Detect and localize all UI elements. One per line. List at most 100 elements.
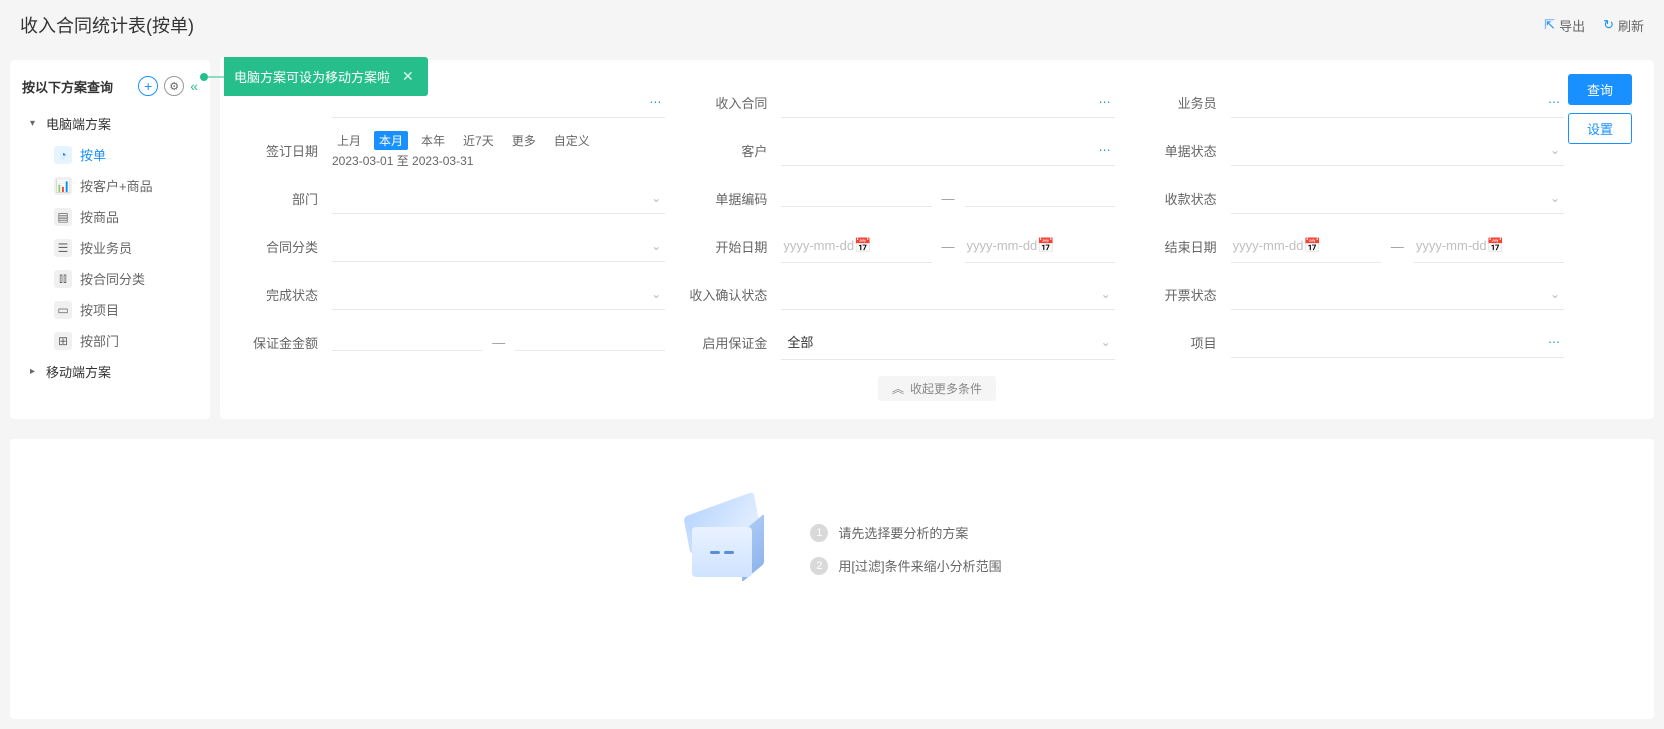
collapse-sidebar-icon[interactable]: « bbox=[190, 78, 198, 94]
calendar-icon[interactable]: 📅 bbox=[854, 237, 871, 254]
bill-no-to-input[interactable] bbox=[965, 190, 1115, 207]
invoice-status-select[interactable]: ⌄ bbox=[1231, 278, 1564, 310]
pay-status-select[interactable]: ⌄ bbox=[1231, 182, 1564, 214]
more-icon[interactable]: ⋯ bbox=[1099, 143, 1111, 157]
gear-icon[interactable]: ⚙ bbox=[164, 76, 184, 96]
date-range-display: 2023-03-01 至 2023-03-31 bbox=[332, 152, 665, 169]
chevron-down-icon[interactable]: ⌄ bbox=[1101, 287, 1111, 301]
chevron-down-icon[interactable]: ⌄ bbox=[651, 191, 661, 205]
enable-deposit-select[interactable]: 全部 ⌄ bbox=[781, 324, 1114, 360]
tree-item-by-order[interactable]: ◔ 按单 bbox=[10, 139, 210, 170]
chevron-up-icon: ︽ bbox=[892, 380, 904, 397]
empty-illustration bbox=[662, 499, 782, 599]
date-tab-this-year[interactable]: 本年 bbox=[416, 131, 450, 150]
tree-item-by-department[interactable]: ⊞ 按部门 bbox=[10, 325, 210, 356]
sidebar-header: 按以下方案查询 + ⚙ « bbox=[10, 70, 210, 102]
tree-item-label: 按合同分类 bbox=[80, 269, 145, 288]
tooltip-close-button[interactable]: ✕ bbox=[402, 68, 414, 85]
calendar-icon[interactable]: 📅 bbox=[1303, 237, 1320, 254]
tooltip-text: 电脑方案可设为移动方案啦 bbox=[234, 67, 390, 86]
date-quick-tabs: 上月 本月 本年 近7天 更多 自定义 bbox=[332, 131, 665, 150]
tree-item-by-salesperson[interactable]: ☰ 按业务员 bbox=[10, 232, 210, 263]
filter-label: 合同分类 bbox=[240, 237, 332, 256]
contract-category-select[interactable]: ⌄ bbox=[332, 230, 665, 262]
customer-select[interactable]: ⋯ bbox=[781, 134, 1114, 166]
step-text: 用[过滤]条件来缩小分析范围 bbox=[838, 556, 1001, 575]
calendar-icon[interactable]: 📅 bbox=[1037, 237, 1054, 254]
more-icon[interactable]: ⋯ bbox=[1548, 95, 1560, 109]
export-button[interactable]: ⇱ 导出 bbox=[1544, 16, 1585, 35]
tree-group-mobile[interactable]: ▸ 移动端方案 bbox=[10, 356, 210, 387]
project-select[interactable]: ⋯ bbox=[1231, 326, 1564, 358]
refresh-icon: ↻ bbox=[1603, 17, 1614, 33]
tree-group-desktop[interactable]: ▾ 电脑端方案 bbox=[10, 108, 210, 139]
confirm-status-select[interactable]: ⌄ bbox=[781, 278, 1114, 310]
chevron-down-icon[interactable]: ⌄ bbox=[651, 287, 661, 301]
query-button[interactable]: 查询 bbox=[1568, 74, 1632, 105]
filter-label: 部门 bbox=[240, 189, 332, 208]
filter-sign-date: 签订日期 上月 本月 本年 近7天 更多 自定义 2023-03-01 至 20… bbox=[240, 126, 665, 174]
step-text: 请先选择要分析的方案 bbox=[838, 523, 968, 542]
refresh-label: 刷新 bbox=[1618, 16, 1644, 35]
department-select[interactable]: ⌄ bbox=[332, 182, 665, 214]
date-tab-custom[interactable]: 自定义 bbox=[549, 131, 595, 150]
filter-label: 收入合同 bbox=[689, 93, 781, 112]
date-placeholder: yyyy-mm-dd bbox=[1233, 238, 1304, 253]
page-header: 收入合同统计表(按单) ⇱ 导出 ↻ 刷新 bbox=[0, 0, 1664, 50]
tree-item-label: 按商品 bbox=[80, 207, 119, 226]
end-date-to-input[interactable]: yyyy-mm-dd 📅 bbox=[1414, 229, 1564, 263]
chevron-down-icon[interactable]: ⌄ bbox=[1550, 287, 1560, 301]
filter-salesperson: 业务员 ⋯ bbox=[1139, 78, 1564, 126]
more-icon[interactable]: ⋯ bbox=[649, 95, 661, 109]
bars-icon: ⫾⫾ bbox=[54, 270, 72, 288]
date-tab-last-month[interactable]: 上月 bbox=[332, 131, 366, 150]
filter-label: 启用保证金 bbox=[689, 333, 781, 352]
collapse-label: 收起更多条件 bbox=[910, 380, 982, 397]
filter-income-contract: 收入合同 ⋯ bbox=[689, 78, 1114, 126]
chevron-down-icon[interactable]: ⌄ bbox=[1550, 143, 1560, 157]
deposit-from-input[interactable] bbox=[332, 334, 482, 351]
main-area: 按以下方案查询 + ⚙ « ▾ 电脑端方案 ◔ 按单 📊 按客户+商品 ▤ bbox=[0, 50, 1664, 429]
filter-department: 部门 ⌄ bbox=[240, 174, 665, 222]
step-number-icon: 2 bbox=[810, 557, 828, 575]
tree-item-by-project[interactable]: ▭ 按项目 bbox=[10, 294, 210, 325]
collapse-conditions-button[interactable]: ︽ 收起更多条件 bbox=[878, 376, 996, 401]
calendar-icon[interactable]: 📅 bbox=[1487, 237, 1504, 254]
start-date-to-input[interactable]: yyyy-mm-dd 📅 bbox=[965, 229, 1115, 263]
filter-panel: 电脑方案可设为移动方案啦 ✕ 查询 设置 ⋯ 收入合同 ⋯ 业务员 bbox=[220, 60, 1654, 419]
date-tab-7days[interactable]: 近7天 bbox=[458, 131, 499, 150]
tree-item-by-customer-product[interactable]: 📊 按客户+商品 bbox=[10, 170, 210, 201]
date-placeholder: yyyy-mm-dd bbox=[967, 238, 1038, 253]
export-label: 导出 bbox=[1559, 16, 1585, 35]
add-plan-button[interactable]: + bbox=[138, 76, 158, 96]
salesperson-select[interactable]: ⋯ bbox=[1231, 86, 1564, 118]
bill-no-from-input[interactable] bbox=[781, 190, 931, 207]
complete-status-select[interactable]: ⌄ bbox=[332, 278, 665, 310]
deposit-to-input[interactable] bbox=[515, 334, 665, 351]
bill-status-select[interactable]: ⌄ bbox=[1231, 134, 1564, 166]
start-date-from-input[interactable]: yyyy-mm-dd 📅 bbox=[781, 229, 931, 263]
tree-item-label: 按客户+商品 bbox=[80, 176, 153, 195]
end-date-from-input[interactable]: yyyy-mm-dd 📅 bbox=[1231, 229, 1381, 263]
more-icon[interactable]: ⋯ bbox=[1548, 335, 1560, 349]
chevron-down-icon[interactable]: ⌄ bbox=[651, 239, 661, 253]
range-dash: — bbox=[492, 335, 505, 350]
refresh-button[interactable]: ↻ 刷新 bbox=[1603, 16, 1644, 35]
filter-end-date: 结束日期 yyyy-mm-dd 📅 — yyyy-mm-dd 📅 bbox=[1139, 222, 1564, 270]
tree-item-by-contract-category[interactable]: ⫾⫾ 按合同分类 bbox=[10, 263, 210, 294]
filter-enable-deposit: 启用保证金 全部 ⌄ bbox=[689, 318, 1114, 366]
date-tab-this-month[interactable]: 本月 bbox=[374, 131, 408, 150]
date-tab-more[interactable]: 更多 bbox=[507, 131, 541, 150]
filter-label: 收款状态 bbox=[1139, 189, 1231, 208]
filter-invoice-status: 开票状态 ⌄ bbox=[1139, 270, 1564, 318]
tree-item-by-product[interactable]: ▤ 按商品 bbox=[10, 201, 210, 232]
filter-project: 项目 ⋯ bbox=[1139, 318, 1564, 366]
settings-button[interactable]: 设置 bbox=[1568, 113, 1632, 144]
clock-icon: ◔ bbox=[54, 146, 72, 164]
date-placeholder: yyyy-mm-dd bbox=[1416, 238, 1487, 253]
more-icon[interactable]: ⋯ bbox=[1099, 95, 1111, 109]
income-contract-select[interactable]: ⋯ bbox=[781, 86, 1114, 118]
chevron-down-icon[interactable]: ⌄ bbox=[1101, 335, 1111, 349]
chevron-down-icon[interactable]: ⌄ bbox=[1550, 191, 1560, 205]
empty-step-2: 2 用[过滤]条件来缩小分析范围 bbox=[810, 556, 1001, 575]
